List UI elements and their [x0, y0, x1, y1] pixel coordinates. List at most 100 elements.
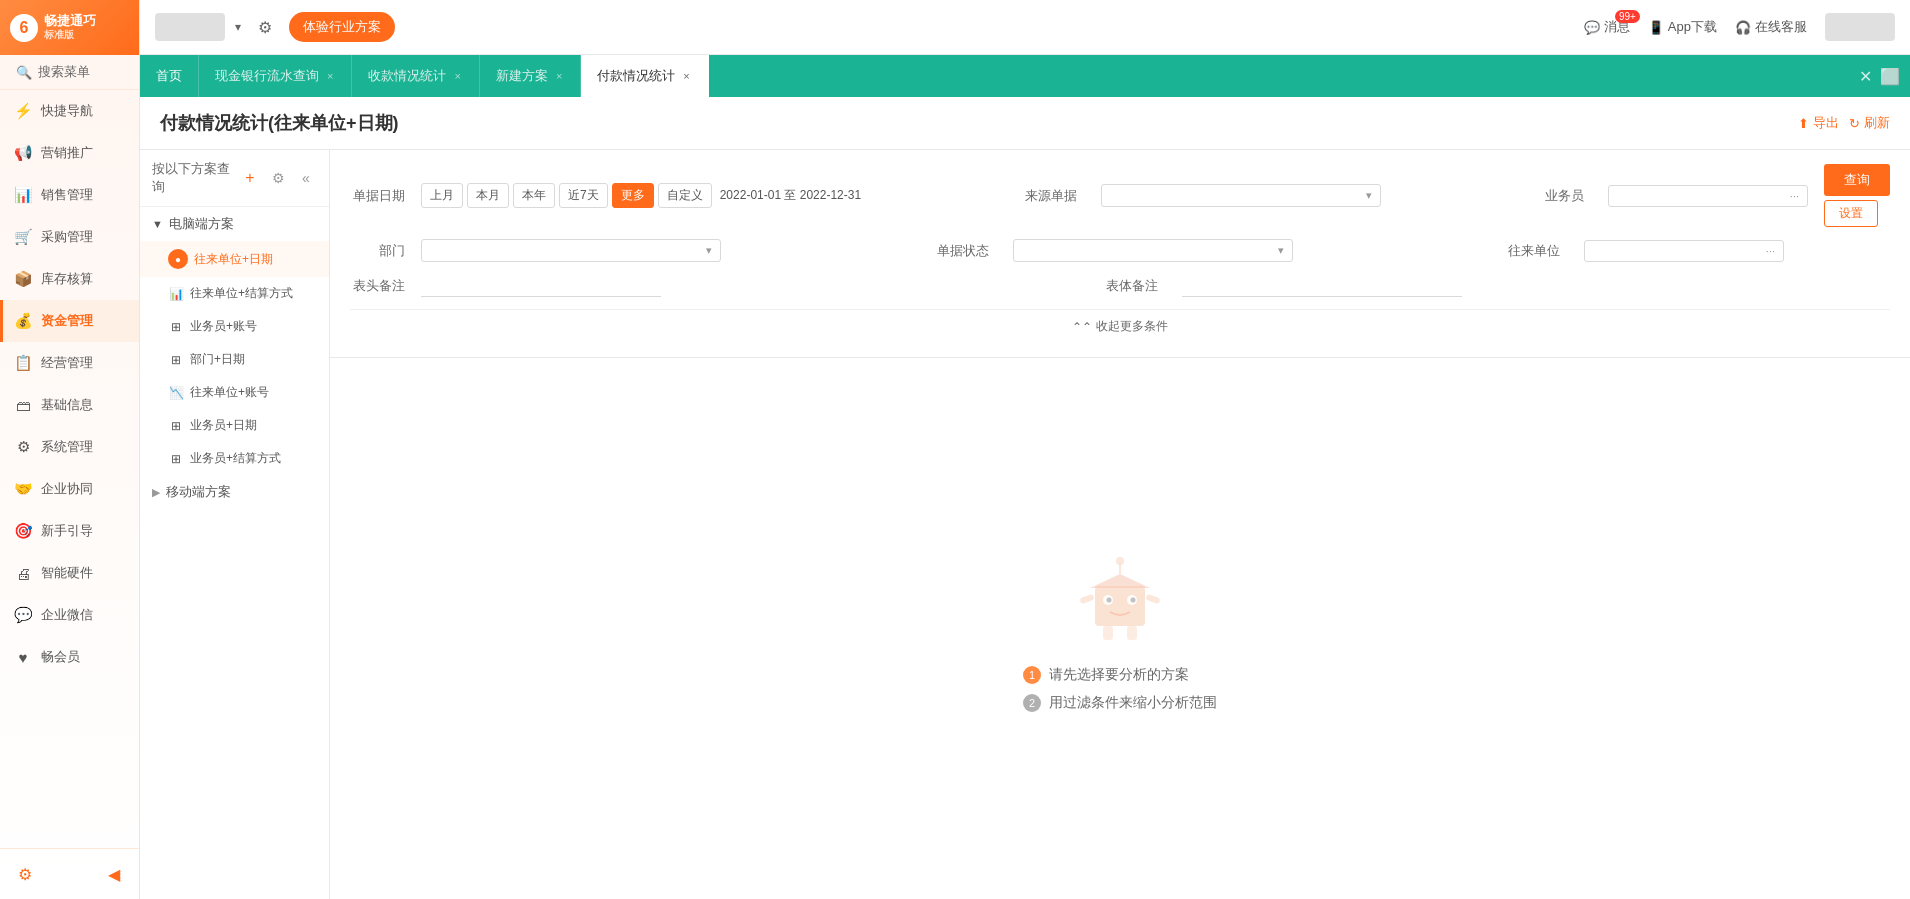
tab-close-all-icon[interactable]: ✕ [1859, 67, 1872, 86]
svg-point-3 [1107, 597, 1112, 602]
sys-mgmt-icon: ⚙ [13, 437, 33, 457]
tab-bar: 首页 现金银行流水查询 × 收款情况统计 × 新建方案 × 付款情况统计 × ✕… [140, 55, 1910, 97]
svg-point-4 [1131, 597, 1136, 602]
search-menu[interactable]: 🔍 搜索菜单 [0, 55, 139, 90]
source-select-arrow: ▾ [1366, 189, 1372, 202]
scheme-settings-btn[interactable]: ⚙ [267, 167, 289, 189]
sidebar-item-basic-info[interactable]: 🗃 基础信息 [0, 384, 139, 426]
tab-payment-stats2-close[interactable]: × [681, 68, 691, 84]
tab-payment-stats-close[interactable]: × [452, 68, 462, 84]
grid-icon-1: ⊞ [168, 319, 184, 335]
sidebar-settings-btn[interactable]: ⚙ [10, 859, 40, 889]
dept-select[interactable]: ▾ [421, 239, 721, 262]
refresh-btn[interactable]: ↻ 刷新 [1849, 114, 1890, 132]
settings-btn[interactable]: 设置 [1824, 200, 1878, 227]
tab-payment-stats[interactable]: 收款情况统计 × [352, 55, 479, 97]
sidebar-item-finance[interactable]: 💰 资金管理 [0, 300, 139, 342]
empty-state: 1 请先选择要分析的方案 2 用过滤条件来缩小分析范围 [330, 358, 1910, 899]
tab-new-scheme-close[interactable]: × [554, 68, 564, 84]
grid-icon-4: ⊞ [168, 451, 184, 467]
sidebar-item-operation[interactable]: 📋 经营管理 [0, 342, 139, 384]
scheme-collapse-btn[interactable]: « [295, 167, 317, 189]
message-icon: 💬 [1584, 20, 1600, 35]
chart-icon: 📊 [168, 286, 184, 302]
filter-row-3: 表头备注 表体备注 [350, 274, 1890, 297]
empty-tip-1: 1 请先选择要分析的方案 [1023, 666, 1217, 684]
scheme-salesperson-settle[interactable]: ⊞ 业务员+结算方式 [140, 442, 329, 475]
tab-bank-flow[interactable]: 现金银行流水查询 × [199, 55, 352, 97]
scheme-active-indicator: ● [168, 249, 188, 269]
newcomer-icon: 🎯 [13, 521, 33, 541]
sidebar-item-marketing[interactable]: 📢 营销推广 [0, 132, 139, 174]
tab-restore-icon[interactable]: ⬜ [1880, 67, 1900, 86]
sidebar-item-newcomer[interactable]: 🎯 新手引导 [0, 510, 139, 552]
left-panel: 按以下方案查询 + ⚙ « ▼ 电脑端方案 ● 往来单位+日期 📊 [140, 150, 330, 899]
scheme-salesperson-account[interactable]: ⊞ 业务员+账号 [140, 310, 329, 343]
tab-payment-stats2[interactable]: 付款情况统计 × [581, 55, 708, 97]
sidebar-item-smart-hw[interactable]: 🖨 智能硬件 [0, 552, 139, 594]
header-dropdown-arrow[interactable]: ▾ [235, 20, 241, 34]
sidebar-item-inventory[interactable]: 📦 库存核算 [0, 258, 139, 300]
app-icon: 📱 [1648, 20, 1664, 35]
sidebar-item-enterprise[interactable]: 🤝 企业协同 [0, 468, 139, 510]
trial-btn[interactable]: 体验行业方案 [289, 12, 395, 42]
counterparty-select[interactable]: ··· [1584, 240, 1784, 262]
user-avatar [155, 13, 225, 41]
salesperson-select[interactable]: ··· [1608, 185, 1808, 207]
export-btn[interactable]: ⬆ 导出 [1798, 114, 1839, 132]
logo-text: 畅捷通巧 标准版 [44, 13, 96, 43]
tip-num-1: 1 [1023, 666, 1041, 684]
page-actions: ⬆ 导出 ↻ 刷新 [1798, 114, 1890, 132]
date-btn-this-month[interactable]: 本月 [467, 183, 509, 208]
collapse-btn[interactable]: ⌃⌃ 收起更多条件 [350, 309, 1890, 343]
sidebar-item-wechat[interactable]: 💬 企业微信 [0, 594, 139, 636]
query-btn[interactable]: 查询 [1824, 164, 1890, 196]
sidebar-item-sales[interactable]: 📊 销售管理 [0, 174, 139, 216]
header-right: 💬 消息 99+ 📱 App下载 🎧 在线客服 [1584, 13, 1895, 41]
scheme-salesperson-date[interactable]: ⊞ 业务员+日期 [140, 409, 329, 442]
basic-info-icon: 🗃 [13, 395, 33, 415]
date-btn-custom[interactable]: 自定义 [658, 183, 712, 208]
empty-tip-2: 2 用过滤条件来缩小分析范围 [1023, 694, 1217, 712]
source-select[interactable]: ▾ [1101, 184, 1381, 207]
status-select[interactable]: ▾ [1013, 239, 1293, 262]
tab-bank-flow-close[interactable]: × [325, 68, 335, 84]
header-note-input[interactable] [421, 274, 661, 297]
status-label: 单据状态 [937, 242, 989, 260]
mobile-scheme-group[interactable]: ▶ 移动端方案 [140, 475, 329, 509]
tab-home[interactable]: 首页 [140, 55, 199, 97]
date-btn-last-month[interactable]: 上月 [421, 183, 463, 208]
scheme-counterparty-date[interactable]: ● 往来单位+日期 [140, 241, 329, 277]
sidebar-item-quick-nav[interactable]: ⚡ 快捷导航 [0, 90, 139, 132]
user-info [1825, 13, 1895, 41]
sidebar-collapse-btn[interactable]: ◀ [99, 859, 129, 889]
filter-area: 单据日期 上月 本月 本年 近7天 更多 自定义 2022-01-01 至 20… [330, 150, 1910, 358]
online-service-btn[interactable]: 🎧 在线客服 [1735, 18, 1807, 36]
tab-new-scheme[interactable]: 新建方案 × [480, 55, 581, 97]
app-download-btn[interactable]: 📱 App下载 [1648, 18, 1717, 36]
scheme-counterparty-account[interactable]: 📉 往来单位+账号 [140, 376, 329, 409]
date-btn-more[interactable]: 更多 [612, 183, 654, 208]
sidebar-item-sys-mgmt[interactable]: ⚙ 系统管理 [0, 426, 139, 468]
date-btn-this-year[interactable]: 本年 [513, 183, 555, 208]
collapse-up-icon: ⌃⌃ [1072, 320, 1092, 334]
sidebar-item-vip[interactable]: ♥ 畅会员 [0, 636, 139, 678]
page-title: 付款情况统计(往来单位+日期) [160, 111, 399, 135]
date-btn-7days[interactable]: 近7天 [559, 183, 608, 208]
desktop-scheme-group[interactable]: ▼ 电脑端方案 [140, 207, 329, 241]
scheme-add-btn[interactable]: + [239, 167, 261, 189]
filter-row-2: 部门 ▾ 单据状态 ▾ 往来单位 [350, 239, 1890, 262]
sidebar-bottom: ⚙ ◀ [0, 848, 139, 899]
enterprise-icon: 🤝 [13, 479, 33, 499]
scheme-counterparty-settle[interactable]: 📊 往来单位+结算方式 [140, 277, 329, 310]
messages-btn[interactable]: 💬 消息 99+ [1584, 18, 1630, 36]
dept-select-arrow: ▾ [706, 244, 712, 257]
scheme-dept-date[interactable]: ⊞ 部门+日期 [140, 343, 329, 376]
header-left: ▾ ⚙ 体验行业方案 [155, 12, 395, 42]
date-range-text: 2022-01-01 至 2022-12-31 [720, 187, 861, 204]
sidebar-item-purchase[interactable]: 🛒 采购管理 [0, 216, 139, 258]
body-note-input[interactable] [1182, 274, 1462, 297]
operation-icon: 📋 [13, 353, 33, 373]
header-gear-btn[interactable]: ⚙ [251, 13, 279, 41]
main-area: ▾ ⚙ 体验行业方案 💬 消息 99+ 📱 App下载 🎧 在线客服 首页 [140, 0, 1910, 899]
